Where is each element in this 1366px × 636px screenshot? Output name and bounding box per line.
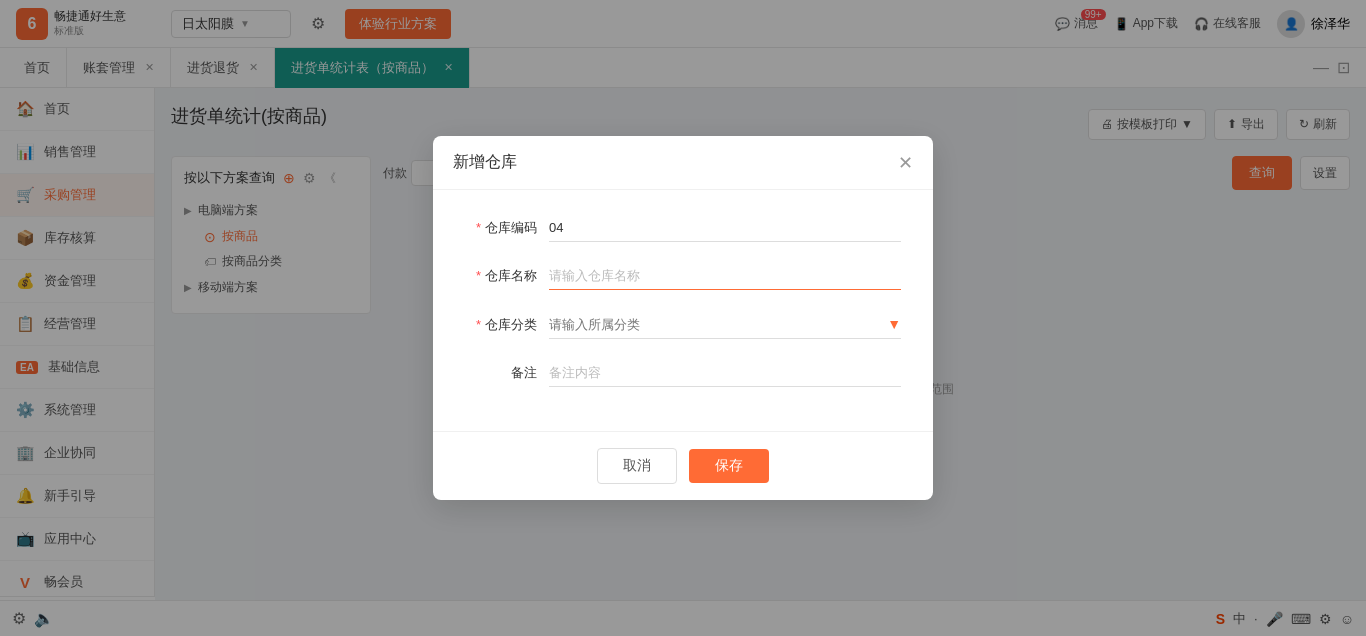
cancel-button[interactable]: 取消: [597, 448, 677, 484]
modal-title: 新增仓库: [453, 152, 517, 173]
name-label: *仓库名称: [465, 267, 537, 285]
modal-overlay[interactable]: 新增仓库 ✕ *仓库编码 *仓库名称 *仓库分类: [0, 0, 1366, 636]
form-row-note: 备注: [465, 359, 901, 387]
note-label: 备注: [465, 364, 537, 382]
modal-header: 新增仓库 ✕: [433, 136, 933, 190]
modal-close-button[interactable]: ✕: [898, 154, 913, 172]
category-select-wrapper: ▼: [549, 310, 901, 339]
note-input[interactable]: [549, 359, 901, 387]
form-row-code: *仓库编码: [465, 214, 901, 242]
save-button[interactable]: 保存: [689, 449, 769, 483]
modal-footer: 取消 保存: [433, 431, 933, 500]
required-star-3: *: [476, 317, 481, 332]
category-select-input[interactable]: [549, 317, 887, 332]
warehouse-code-input[interactable]: [549, 214, 901, 242]
required-star-2: *: [476, 268, 481, 283]
required-star: *: [476, 220, 481, 235]
form-row-category: *仓库分类 ▼: [465, 310, 901, 339]
form-row-name: *仓库名称: [465, 262, 901, 290]
category-label: *仓库分类: [465, 316, 537, 334]
warehouse-name-input[interactable]: [549, 262, 901, 290]
modal-body: *仓库编码 *仓库名称 *仓库分类 ▼: [433, 190, 933, 431]
select-dropdown-icon[interactable]: ▼: [887, 316, 901, 332]
code-label: *仓库编码: [465, 219, 537, 237]
add-warehouse-modal: 新增仓库 ✕ *仓库编码 *仓库名称 *仓库分类: [433, 136, 933, 500]
